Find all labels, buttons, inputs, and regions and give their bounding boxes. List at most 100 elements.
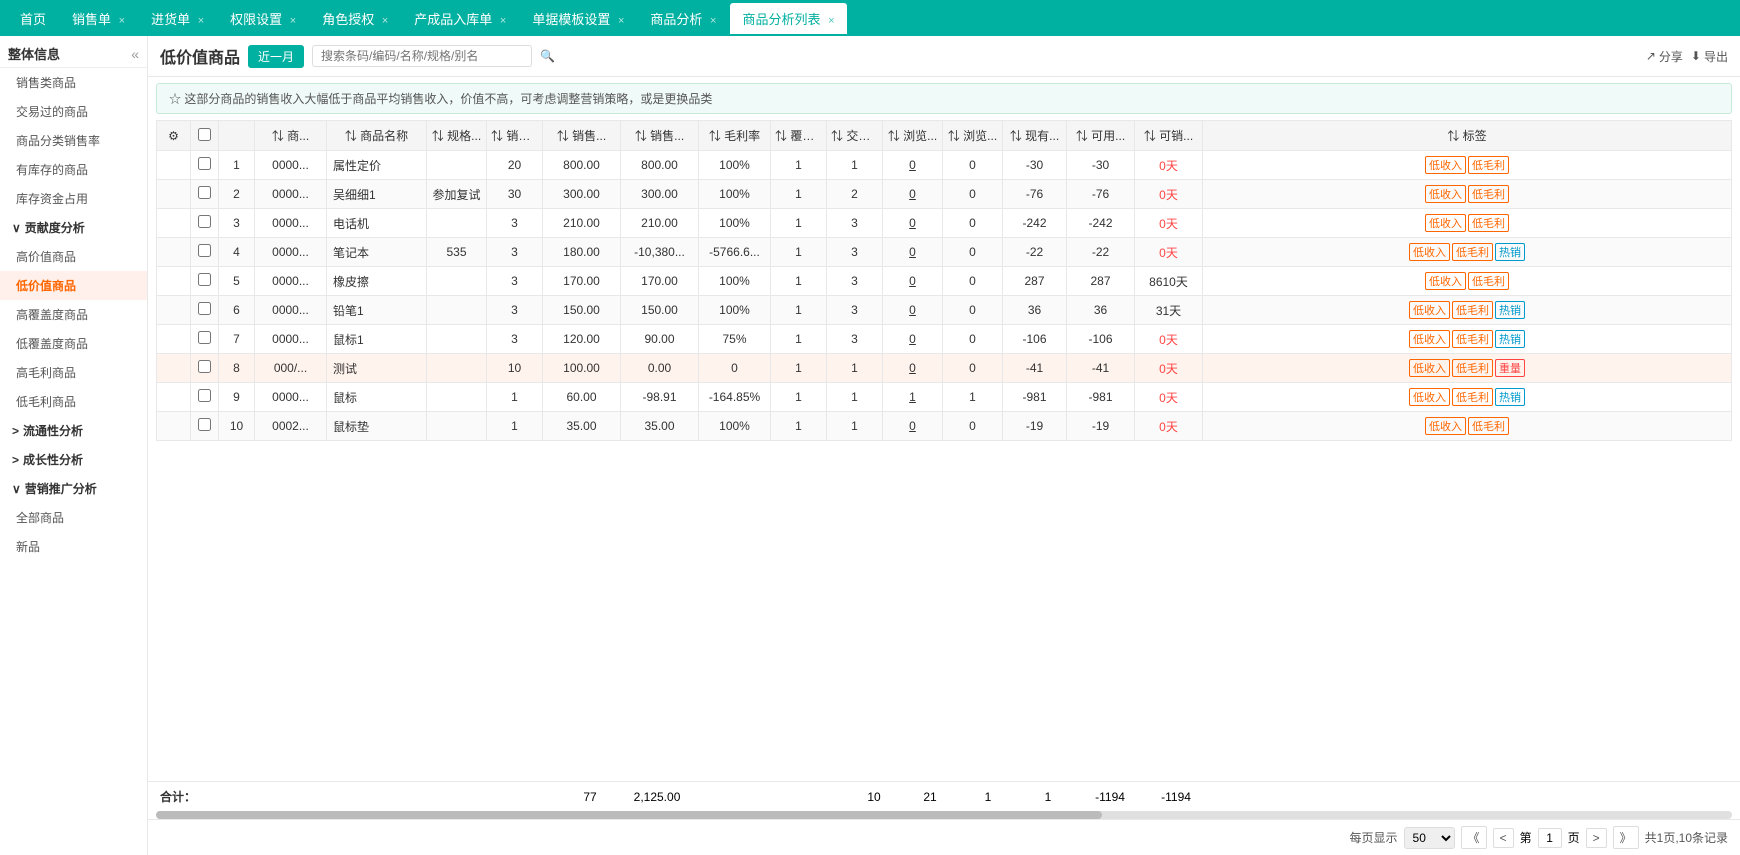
- browse1-link[interactable]: 0: [909, 419, 916, 433]
- sidebar-group-marketing[interactable]: ∨ 营销推广分析: [0, 474, 147, 503]
- row-browse1[interactable]: 0: [883, 238, 943, 267]
- sidebar-item-high-value[interactable]: 高价值商品: [0, 242, 147, 271]
- name-col-header[interactable]: ⇅ 商品名称: [327, 121, 427, 151]
- row-browse1[interactable]: 0: [883, 209, 943, 238]
- sidebar-item-traded[interactable]: 交易过的商品: [0, 97, 147, 126]
- sidebar-collapse-btn[interactable]: «: [131, 46, 139, 62]
- nav-sales[interactable]: 销售单 ×: [60, 3, 137, 34]
- row-checkbox[interactable]: [198, 244, 211, 257]
- sellable-col-header[interactable]: ⇅ 可销...: [1135, 121, 1203, 151]
- prev-page-btn[interactable]: <: [1493, 828, 1514, 848]
- browse1-link[interactable]: 0: [909, 361, 916, 375]
- select-all-checkbox[interactable]: [198, 128, 211, 141]
- browse1-link[interactable]: 0: [909, 332, 916, 346]
- browse1-link[interactable]: 0: [909, 187, 916, 201]
- settings-col-header[interactable]: ⚙: [157, 121, 191, 151]
- cover-col-header[interactable]: ⇅ 覆盖...: [771, 121, 827, 151]
- sidebar-item-high-coverage[interactable]: 高覆盖度商品: [0, 300, 147, 329]
- row-browse1[interactable]: 0: [883, 180, 943, 209]
- check-col-header[interactable]: [191, 121, 219, 151]
- row-checkbox[interactable]: [198, 186, 211, 199]
- browse2-col-header[interactable]: ⇅ 浏览...: [943, 121, 1003, 151]
- nav-permissions[interactable]: 权限设置 ×: [218, 3, 308, 34]
- share-button[interactable]: ↗ 分享: [1646, 48, 1683, 65]
- row-checkbox[interactable]: [198, 273, 211, 286]
- row-checkbox-cell[interactable]: [191, 354, 219, 383]
- export-button[interactable]: ⬇ 导出: [1691, 48, 1728, 65]
- row-browse1[interactable]: 0: [883, 296, 943, 325]
- sidebar-group-growth[interactable]: > 成长性分析: [0, 445, 147, 474]
- row-checkbox-cell[interactable]: [191, 238, 219, 267]
- row-checkbox-cell[interactable]: [191, 151, 219, 180]
- spec-col-header[interactable]: ⇅ 规格...: [427, 121, 487, 151]
- browse1-link[interactable]: 0: [909, 274, 916, 288]
- sale-qty-col-header[interactable]: ⇅ 销售...: [487, 121, 543, 151]
- browse1-link[interactable]: 0: [909, 245, 916, 259]
- filter-button[interactable]: 近一月: [248, 45, 304, 68]
- current-page-display[interactable]: 1: [1538, 828, 1562, 848]
- sidebar-item-high-margin[interactable]: 高毛利商品: [0, 358, 147, 387]
- row-checkbox-cell[interactable]: [191, 209, 219, 238]
- sidebar-item-new-products[interactable]: 新品: [0, 532, 147, 561]
- browse1-link[interactable]: 0: [909, 303, 916, 317]
- gross-col-header[interactable]: ⇅ 毛利率: [699, 121, 771, 151]
- code-col-header[interactable]: ⇅ 商...: [255, 121, 327, 151]
- sidebar-item-low-margin[interactable]: 低毛利商品: [0, 387, 147, 416]
- row-browse1[interactable]: 0: [883, 412, 943, 441]
- sale-avg-col-header[interactable]: ⇅ 销售...: [621, 121, 699, 151]
- row-checkbox-cell[interactable]: [191, 180, 219, 209]
- row-checkbox[interactable]: [198, 389, 211, 402]
- sidebar-item-in-stock[interactable]: 有库存的商品: [0, 155, 147, 184]
- nav-home[interactable]: 首页: [8, 3, 58, 34]
- settings-icon[interactable]: ⚙: [168, 129, 179, 143]
- nav-purchase[interactable]: 进货单 ×: [139, 3, 216, 34]
- row-checkbox[interactable]: [198, 418, 211, 431]
- row-checkbox[interactable]: [198, 360, 211, 373]
- sidebar-group-contribution[interactable]: ∨ 贡献度分析: [0, 213, 147, 242]
- row-checkbox-cell[interactable]: [191, 296, 219, 325]
- sidebar-item-stock-funds[interactable]: 库存资金占用: [0, 184, 147, 213]
- browse1-col-header[interactable]: ⇅ 浏览...: [883, 121, 943, 151]
- row-checkbox[interactable]: [198, 302, 211, 315]
- sidebar-item-all-products[interactable]: 全部商品: [0, 503, 147, 532]
- row-checkbox-cell[interactable]: [191, 383, 219, 412]
- row-browse1[interactable]: 1: [883, 383, 943, 412]
- row-sale-qty: 30: [487, 180, 543, 209]
- row-browse1[interactable]: 0: [883, 267, 943, 296]
- nav-analysis[interactable]: 商品分析 ×: [638, 3, 728, 34]
- sidebar-item-sales-category[interactable]: 销售类商品: [0, 68, 147, 97]
- sidebar-item-low-coverage[interactable]: 低覆盖度商品: [0, 329, 147, 358]
- browse1-link[interactable]: 0: [909, 158, 916, 172]
- row-num: 5: [219, 267, 255, 296]
- tag-col-header[interactable]: ⇅ 标签: [1203, 121, 1732, 151]
- nav-products[interactable]: 产成品入库单 ×: [402, 3, 518, 34]
- row-checkbox-cell[interactable]: [191, 325, 219, 354]
- horizontal-scrollbar[interactable]: [156, 811, 1102, 819]
- next-page-btn[interactable]: >: [1586, 828, 1607, 848]
- trade-col-header[interactable]: ⇅ 交易...: [827, 121, 883, 151]
- sidebar-item-low-value[interactable]: 低价值商品: [0, 271, 147, 300]
- nav-analysis-list[interactable]: 商品分析列表 ×: [730, 3, 846, 34]
- row-checkbox-cell[interactable]: [191, 267, 219, 296]
- sidebar-group-flow[interactable]: > 流通性分析: [0, 416, 147, 445]
- row-checkbox[interactable]: [198, 331, 211, 344]
- nav-templates[interactable]: 单据模板设置 ×: [520, 3, 636, 34]
- avail-col-header[interactable]: ⇅ 可用...: [1067, 121, 1135, 151]
- row-checkbox[interactable]: [198, 157, 211, 170]
- browse1-link[interactable]: 0: [909, 216, 916, 230]
- search-icon[interactable]: 🔍: [540, 49, 555, 63]
- search-input[interactable]: [312, 45, 532, 67]
- sale-amt-col-header[interactable]: ⇅ 销售...: [543, 121, 621, 151]
- last-page-btn[interactable]: 》: [1613, 826, 1639, 849]
- row-checkbox-cell[interactable]: [191, 412, 219, 441]
- stock1-col-header[interactable]: ⇅ 现有...: [1003, 121, 1067, 151]
- row-browse1[interactable]: 0: [883, 151, 943, 180]
- first-page-btn[interactable]: 《: [1461, 826, 1487, 849]
- row-checkbox[interactable]: [198, 215, 211, 228]
- sidebar-item-category-rate[interactable]: 商品分类销售率: [0, 126, 147, 155]
- nav-roles[interactable]: 角色授权 ×: [310, 3, 400, 34]
- browse1-link[interactable]: 1: [909, 390, 916, 404]
- page-size-select[interactable]: 50 100 200: [1404, 827, 1455, 849]
- row-browse1[interactable]: 0: [883, 354, 943, 383]
- row-browse1[interactable]: 0: [883, 325, 943, 354]
